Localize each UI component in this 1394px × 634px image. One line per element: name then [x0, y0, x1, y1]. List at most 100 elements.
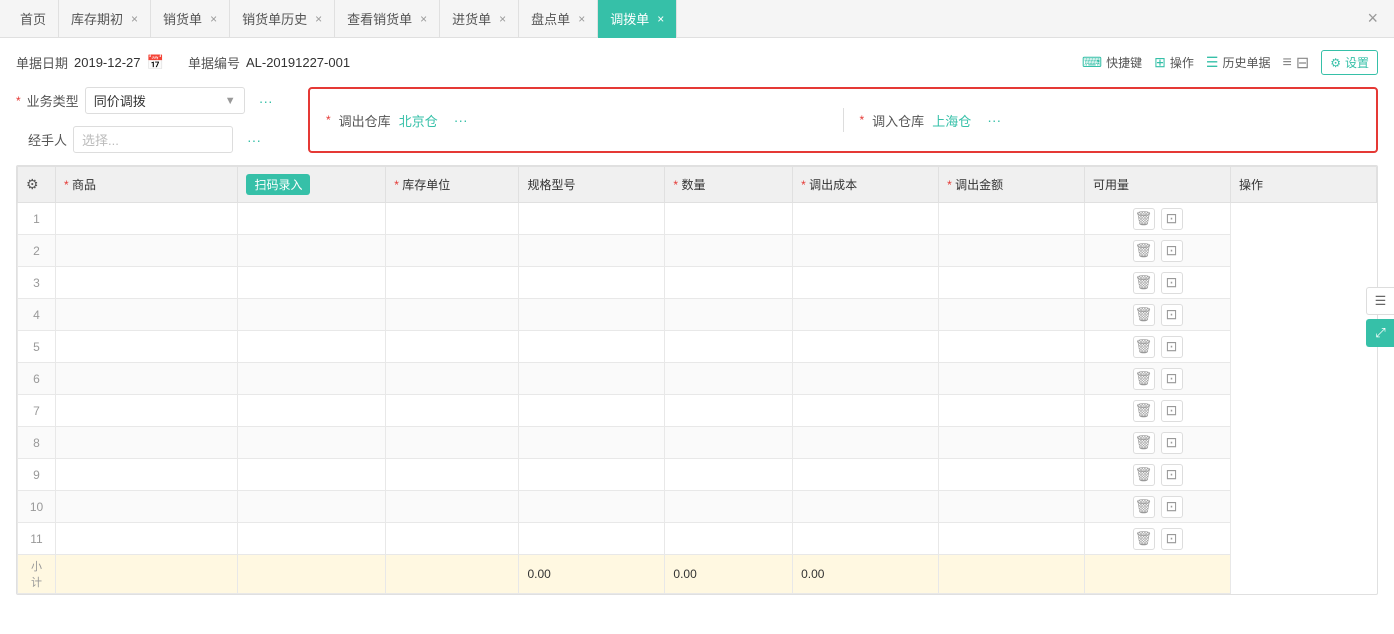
th-settings[interactable]: ⚙ — [18, 167, 56, 203]
tab-purchase-order[interactable]: 进货单× — [440, 0, 519, 38]
tab-home[interactable]: 首页 — [8, 0, 59, 38]
cell-product-9[interactable] — [56, 459, 238, 491]
table-scroll-area[interactable]: ⚙ 商品 扫码录入 库存单位 规格型号 数量 调出成本 调出金额 可用量 操作 — [17, 166, 1377, 594]
cell-product-3[interactable] — [56, 267, 238, 299]
cell-qty-8[interactable] — [519, 427, 665, 459]
delete-icon-3[interactable]: 🗑 — [1133, 272, 1155, 294]
cell-qty-5[interactable] — [519, 331, 665, 363]
tab-close-sales-history[interactable]: × — [315, 12, 322, 26]
delete-icon-9[interactable]: 🗑 — [1133, 464, 1155, 486]
cell-cost-10[interactable] — [665, 491, 793, 523]
float-expand-button[interactable]: ⤢ — [1366, 319, 1394, 347]
cell-available-11 — [939, 523, 1085, 555]
person-field: 经手人 选择... ··· — [16, 126, 296, 153]
shortcuts-button[interactable]: ⌨ 快捷键 — [1082, 54, 1142, 71]
tab-inventory-init[interactable]: 库存期初× — [59, 0, 151, 38]
cell-cost-5[interactable] — [665, 331, 793, 363]
float-list-button[interactable]: ☰ — [1366, 287, 1394, 315]
delete-icon-4[interactable]: 🗑 — [1133, 304, 1155, 326]
delete-icon-5[interactable]: 🗑 — [1133, 336, 1155, 358]
copy-icon-1[interactable]: ⊡ — [1161, 208, 1183, 230]
copy-icon-2[interactable]: ⊡ — [1161, 240, 1183, 262]
transfer-out-value[interactable]: 北京仓 — [399, 111, 438, 130]
cell-cost-2[interactable] — [665, 235, 793, 267]
cell-product-10[interactable] — [56, 491, 238, 523]
tab-close-transfer-order[interactable]: × — [657, 12, 664, 26]
tab-transfer-order[interactable]: 调拨单× — [598, 0, 677, 38]
copy-icon-3[interactable]: ⊡ — [1161, 272, 1183, 294]
copy-icon-6[interactable]: ⊡ — [1161, 368, 1183, 390]
business-type-select[interactable]: 同价调拨 ▼ — [85, 87, 245, 114]
copy-icon-4[interactable]: ⊡ — [1161, 304, 1183, 326]
cell-qty-2[interactable] — [519, 235, 665, 267]
delete-icon-8[interactable]: 🗑 — [1133, 432, 1155, 454]
cell-product-5[interactable] — [56, 331, 238, 363]
cell-product-11[interactable] — [56, 523, 238, 555]
tab-view-sales[interactable]: 查看销货单× — [335, 0, 440, 38]
gear-icon[interactable]: ⚙ — [26, 176, 39, 192]
cell-cost-1[interactable] — [665, 203, 793, 235]
delete-icon-7[interactable]: 🗑 — [1133, 400, 1155, 422]
tab-close-purchase-order[interactable]: × — [499, 12, 506, 26]
copy-icon-10[interactable]: ⊡ — [1161, 496, 1183, 518]
tab-sales-order[interactable]: 销货单× — [151, 0, 230, 38]
cell-available-1 — [939, 203, 1085, 235]
scan-button[interactable]: 扫码录入 — [246, 174, 310, 195]
cell-product-7[interactable] — [56, 395, 238, 427]
cell-spec-2 — [386, 235, 519, 267]
delete-icon-10[interactable]: 🗑 — [1133, 496, 1155, 518]
copy-icon-8[interactable]: ⊡ — [1161, 432, 1183, 454]
person-label: 经手人 — [16, 130, 67, 149]
cell-cost-6[interactable] — [665, 363, 793, 395]
tab-close-sales-order[interactable]: × — [210, 12, 217, 26]
copy-icon-9[interactable]: ⊡ — [1161, 464, 1183, 486]
cell-qty-3[interactable] — [519, 267, 665, 299]
layout-list-icon[interactable]: ≡ — [1282, 54, 1291, 72]
delete-icon-1[interactable]: 🗑 — [1133, 208, 1155, 230]
copy-icon-5[interactable]: ⊡ — [1161, 336, 1183, 358]
tab-close-inventory-check[interactable]: × — [578, 12, 585, 26]
copy-icon-11[interactable]: ⊡ — [1161, 528, 1183, 550]
cell-qty-4[interactable] — [519, 299, 665, 331]
cell-qty-1[interactable] — [519, 203, 665, 235]
cell-qty-10[interactable] — [519, 491, 665, 523]
cell-cost-9[interactable] — [665, 459, 793, 491]
cell-product-8[interactable] — [56, 427, 238, 459]
layout-grid-icon[interactable]: ⊟ — [1296, 53, 1309, 73]
delete-icon-2[interactable]: 🗑 — [1133, 240, 1155, 262]
tab-inventory-check[interactable]: 盘点单× — [519, 0, 598, 38]
cell-qty-9[interactable] — [519, 459, 665, 491]
business-type-more[interactable]: ··· — [259, 93, 273, 109]
cell-cost-4[interactable] — [665, 299, 793, 331]
settings-button[interactable]: ⚙ 设置 — [1321, 50, 1378, 75]
tab-close-view-sales[interactable]: × — [420, 12, 427, 26]
calendar-icon[interactable]: 📅 — [147, 54, 164, 71]
transfer-in-value[interactable]: 上海仓 — [932, 111, 971, 130]
cell-product-2[interactable] — [56, 235, 238, 267]
warehouse-divider — [843, 108, 844, 132]
delete-icon-11[interactable]: 🗑 — [1133, 528, 1155, 550]
cell-product-4[interactable] — [56, 299, 238, 331]
person-more[interactable]: ··· — [247, 132, 261, 148]
cell-cost-11[interactable] — [665, 523, 793, 555]
operations-button[interactable]: ⊞ 操作 — [1154, 54, 1194, 71]
tab-sales-history[interactable]: 销货单历史× — [230, 0, 335, 38]
cell-qty-11[interactable] — [519, 523, 665, 555]
delete-icon-6[interactable]: 🗑 — [1133, 368, 1155, 390]
cell-qty-6[interactable] — [519, 363, 665, 395]
cell-qty-7[interactable] — [519, 395, 665, 427]
close-window-button[interactable]: × — [1359, 8, 1386, 29]
transfer-out-more[interactable]: ··· — [454, 112, 468, 128]
cell-cost-7[interactable] — [665, 395, 793, 427]
cell-product-6[interactable] — [56, 363, 238, 395]
tab-close-inventory-init[interactable]: × — [131, 12, 138, 26]
cell-spec-8 — [386, 427, 519, 459]
cell-cost-3[interactable] — [665, 267, 793, 299]
cell-cost-8[interactable] — [665, 427, 793, 459]
history-button[interactable]: ☰ 历史单据 — [1206, 54, 1271, 71]
transfer-in-more[interactable]: ··· — [987, 112, 1001, 128]
cell-product-1[interactable] — [56, 203, 238, 235]
cell-unit-2 — [238, 235, 386, 267]
copy-icon-7[interactable]: ⊡ — [1161, 400, 1183, 422]
person-select[interactable]: 选择... — [73, 126, 233, 153]
